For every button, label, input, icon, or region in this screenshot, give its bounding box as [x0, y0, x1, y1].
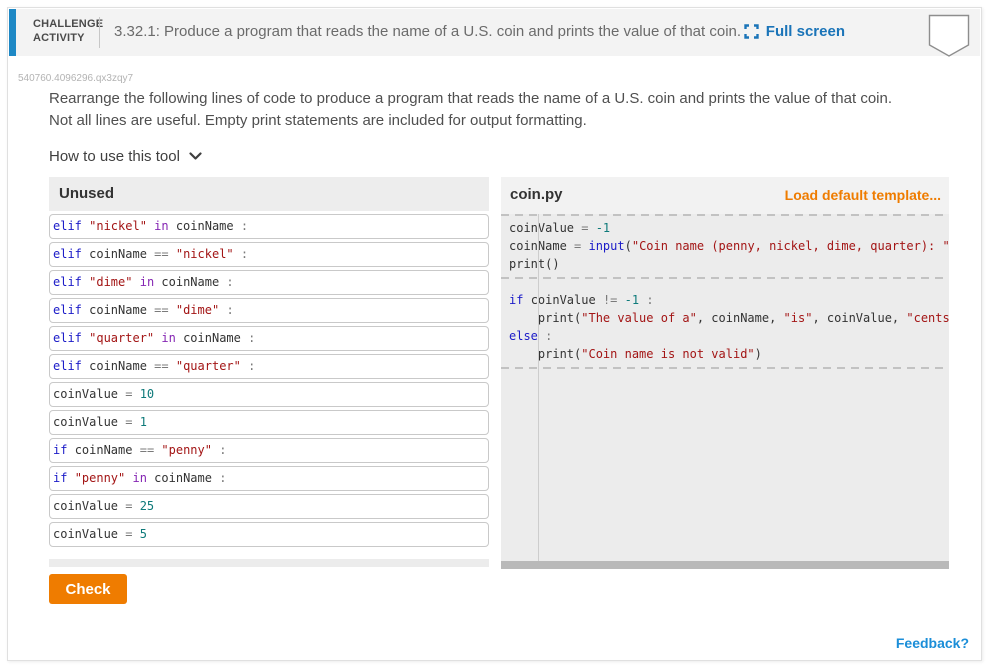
- fullscreen-label: Full screen: [766, 23, 845, 40]
- drop-zone-divider: [501, 367, 949, 369]
- editor-header: coin.py Load default template...: [501, 177, 949, 214]
- instructions-line-2: Not all lines are useful. Empty print st…: [49, 110, 959, 132]
- indent-guide-line: [538, 214, 539, 561]
- code-line[interactable]: elif "quarter" in coinName :: [49, 326, 489, 351]
- code-line[interactable]: if coinName == "penny" :: [49, 438, 489, 463]
- code-line[interactable]: print("The value of a", coinName, "is", …: [501, 309, 949, 327]
- code-line[interactable]: if coinValue != -1 :: [501, 291, 949, 309]
- fullscreen-button[interactable]: Full screen: [744, 23, 845, 40]
- code-line[interactable]: elif "nickel" in coinName :: [49, 214, 489, 239]
- feedback-link[interactable]: Feedback?: [896, 635, 969, 651]
- code-line[interactable]: elif coinName == "quarter" :: [49, 354, 489, 379]
- code-line[interactable]: elif "dime" in coinName :: [49, 270, 489, 295]
- badge-line-2: ACTIVITY: [33, 31, 103, 45]
- unused-panel-header: Unused: [49, 177, 489, 211]
- activity-header: CHALLENGE ACTIVITY 3.32.1: Produce a pro…: [9, 9, 980, 56]
- challenge-accent-bar: [9, 9, 16, 56]
- bookmark-icon: [928, 14, 970, 60]
- code-line[interactable]: print(): [501, 255, 949, 273]
- code-line[interactable]: coinValue = 25: [49, 494, 489, 519]
- editor-drop-area[interactable]: coinValue = -1coinName = input("Coin nam…: [501, 214, 949, 561]
- code-line[interactable]: coinValue = 1: [49, 410, 489, 435]
- instructions: Rearrange the following lines of code to…: [49, 88, 959, 132]
- chevron-down-icon: [189, 152, 202, 161]
- load-default-template-link[interactable]: Load default template...: [785, 187, 941, 203]
- activity-title: 3.32.1: Produce a program that reads the…: [114, 23, 741, 40]
- fullscreen-icon: [744, 24, 759, 39]
- editor-horizontal-scrollbar[interactable]: [501, 561, 949, 569]
- editor-code-block-2: if coinValue != -1 : print("The value of…: [501, 288, 949, 367]
- bookmark-button[interactable]: [928, 14, 970, 65]
- editor-filename: coin.py: [510, 186, 563, 203]
- unused-panel-title: Unused: [59, 185, 114, 202]
- code-line[interactable]: coinValue = 5: [49, 522, 489, 547]
- code-line[interactable]: else :: [501, 327, 949, 345]
- block-gap: [501, 279, 949, 288]
- unused-code-list: elif "nickel" in coinName : elif coinName…: [49, 211, 489, 547]
- check-button[interactable]: Check: [49, 574, 127, 604]
- unused-panel: Unused elif "nickel" in coinName : elif c…: [49, 177, 489, 567]
- badge-line-1: CHALLENGE: [33, 17, 103, 31]
- editor-panel: coin.py Load default template... coinVal…: [501, 177, 949, 569]
- editor-code-block-1: coinValue = -1coinName = input("Coin nam…: [501, 216, 949, 277]
- activity-card: CHALLENGE ACTIVITY 3.32.1: Produce a pro…: [7, 7, 982, 661]
- code-line[interactable]: print("Coin name is not valid"): [501, 345, 949, 363]
- how-to-use-label: How to use this tool: [49, 148, 180, 165]
- code-line[interactable]: coinValue = 10: [49, 382, 489, 407]
- challenge-activity-badge: CHALLENGE ACTIVITY: [33, 17, 103, 45]
- code-line[interactable]: elif coinName == "dime" :: [49, 298, 489, 323]
- unused-scrollbar-track[interactable]: [49, 559, 489, 567]
- code-line[interactable]: if "penny" in coinName :: [49, 466, 489, 491]
- code-line[interactable]: elif coinName == "nickel" :: [49, 242, 489, 267]
- code-line[interactable]: coinValue = -1: [501, 219, 949, 237]
- header-divider: [99, 17, 100, 48]
- activity-id: 540760.4096296.qx3zqy7: [18, 73, 133, 84]
- how-to-use-toggle[interactable]: How to use this tool: [49, 148, 202, 165]
- code-line[interactable]: coinName = input("Coin name (penny, nick…: [501, 237, 949, 255]
- instructions-line-1: Rearrange the following lines of code to…: [49, 88, 959, 110]
